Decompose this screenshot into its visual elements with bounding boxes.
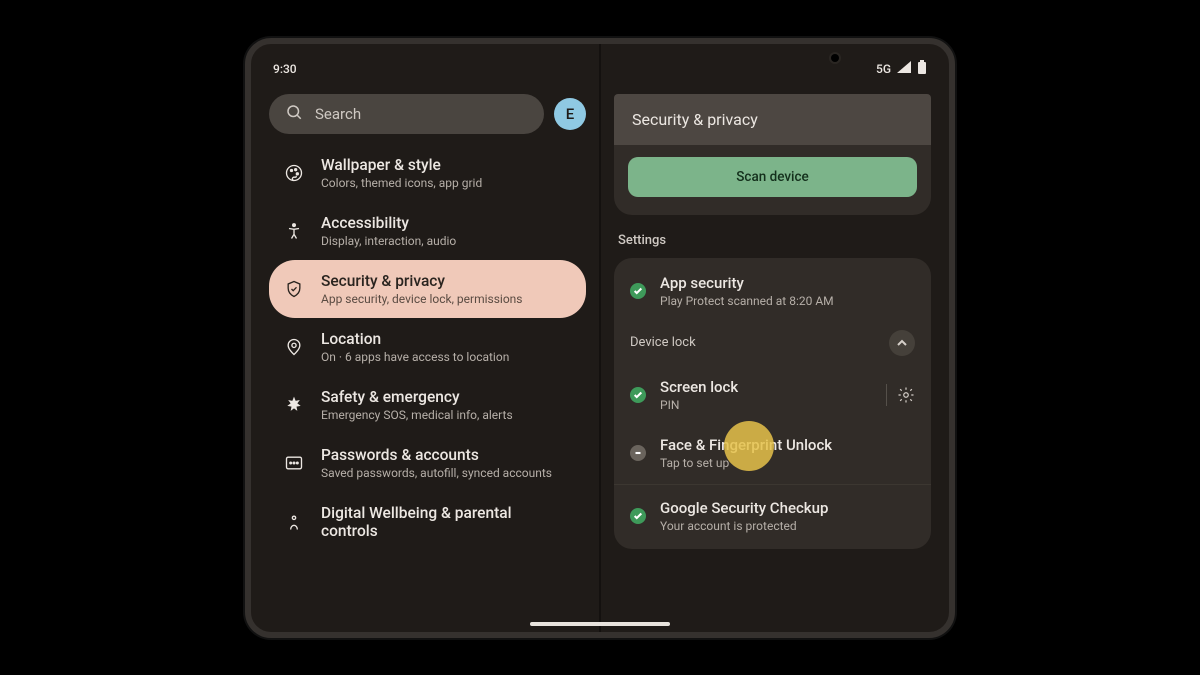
status-bar-left: 9:30	[269, 58, 586, 80]
status-bar-right: 5G	[614, 58, 931, 80]
row-sub: App security, device lock, permissions	[321, 292, 522, 306]
vertical-divider	[886, 384, 887, 406]
detail-header: Security & privacy	[614, 94, 931, 145]
card-divider	[614, 484, 931, 485]
sidebar-item-location[interactable]: Location On · 6 apps have access to loca…	[269, 318, 586, 376]
google-checkup-item[interactable]: Google Security Checkup Your account is …	[614, 487, 931, 545]
item-sub: PIN	[660, 398, 872, 412]
device-lock-label: Device lock	[630, 335, 696, 350]
device-hinge	[599, 38, 601, 638]
gesture-nav-bar[interactable]	[530, 622, 670, 626]
foldable-device-frame: 9:30 Search E Wallpaper & style C	[245, 38, 955, 638]
signal-icon	[897, 61, 911, 76]
app-security-card: App security Play Protect scanned at 8:2…	[614, 258, 931, 549]
status-ok-icon	[630, 283, 646, 299]
sidebar-item-accessibility[interactable]: Accessibility Display, interaction, audi…	[269, 202, 586, 260]
status-time: 9:30	[273, 62, 297, 76]
search-placeholder: Search	[315, 105, 361, 123]
row-title: Accessibility	[321, 214, 456, 232]
palette-icon	[283, 162, 305, 184]
shield-icon	[283, 278, 305, 300]
sidebar-item-security[interactable]: Security & privacy App security, device …	[269, 260, 586, 318]
avatar[interactable]: E	[554, 98, 586, 130]
scan-button-label: Scan device	[736, 169, 809, 185]
sidebar-item-passwords[interactable]: Passwords & accounts Saved passwords, au…	[269, 434, 586, 492]
screen-lock-settings-button[interactable]	[897, 386, 915, 404]
wellbeing-icon	[283, 511, 305, 533]
detail-pane: 5G Security & privacy Scan device Settin…	[600, 44, 949, 632]
settings-section-label: Settings	[618, 233, 927, 248]
row-sub: On · 6 apps have access to location	[321, 350, 509, 364]
screen-lock-item[interactable]: Screen lock PIN	[614, 366, 931, 424]
emergency-icon	[283, 394, 305, 416]
search-input[interactable]: Search	[269, 94, 544, 134]
collapse-button[interactable]	[889, 330, 915, 356]
row-title: Digital Wellbeing & parental controls	[321, 504, 572, 540]
sidebar-item-wallpaper[interactable]: Wallpaper & style Colors, themed icons, …	[269, 144, 586, 202]
row-sub: Display, interaction, audio	[321, 234, 456, 248]
scan-card: Scan device	[614, 145, 931, 215]
front-camera	[831, 54, 839, 62]
row-title: Safety & emergency	[321, 388, 513, 406]
row-title: Location	[321, 330, 509, 348]
page-title: Security & privacy	[632, 110, 758, 129]
app-security-item[interactable]: App security Play Protect scanned at 8:2…	[614, 262, 931, 320]
scan-device-button[interactable]: Scan device	[628, 157, 917, 197]
status-ok-icon	[630, 508, 646, 524]
item-sub: Tap to set up	[660, 456, 915, 470]
face-fingerprint-item[interactable]: Face & Fingerprint Unlock Tap to set up	[614, 424, 931, 482]
item-title: App security	[660, 274, 915, 292]
sidebar-item-safety[interactable]: Safety & emergency Emergency SOS, medica…	[269, 376, 586, 434]
sidebar-item-wellbeing[interactable]: Digital Wellbeing & parental controls	[269, 492, 586, 552]
row-sub: Colors, themed icons, app grid	[321, 176, 482, 190]
row-title: Wallpaper & style	[321, 156, 482, 174]
item-title: Screen lock	[660, 378, 872, 396]
settings-list-pane: 9:30 Search E Wallpaper & style C	[251, 44, 600, 632]
gear-icon	[897, 386, 915, 404]
location-pin-icon	[283, 336, 305, 358]
search-icon	[285, 103, 303, 125]
device-lock-subheader: Device lock	[614, 320, 931, 366]
row-sub: Saved passwords, autofill, synced accoun…	[321, 466, 552, 480]
avatar-initial: E	[566, 105, 574, 123]
chevron-up-icon	[896, 337, 908, 349]
accessibility-icon	[283, 220, 305, 242]
status-neutral-icon	[630, 445, 646, 461]
item-title: Face & Fingerprint Unlock	[660, 436, 915, 454]
status-ok-icon	[630, 387, 646, 403]
network-label: 5G	[876, 62, 891, 76]
row-sub: Emergency SOS, medical info, alerts	[321, 408, 513, 422]
row-title: Security & privacy	[321, 272, 522, 290]
item-title: Google Security Checkup	[660, 499, 915, 517]
battery-icon	[917, 60, 927, 77]
item-sub: Your account is protected	[660, 519, 915, 533]
key-icon	[283, 452, 305, 474]
row-title: Passwords & accounts	[321, 446, 552, 464]
item-sub: Play Protect scanned at 8:20 AM	[660, 294, 915, 308]
